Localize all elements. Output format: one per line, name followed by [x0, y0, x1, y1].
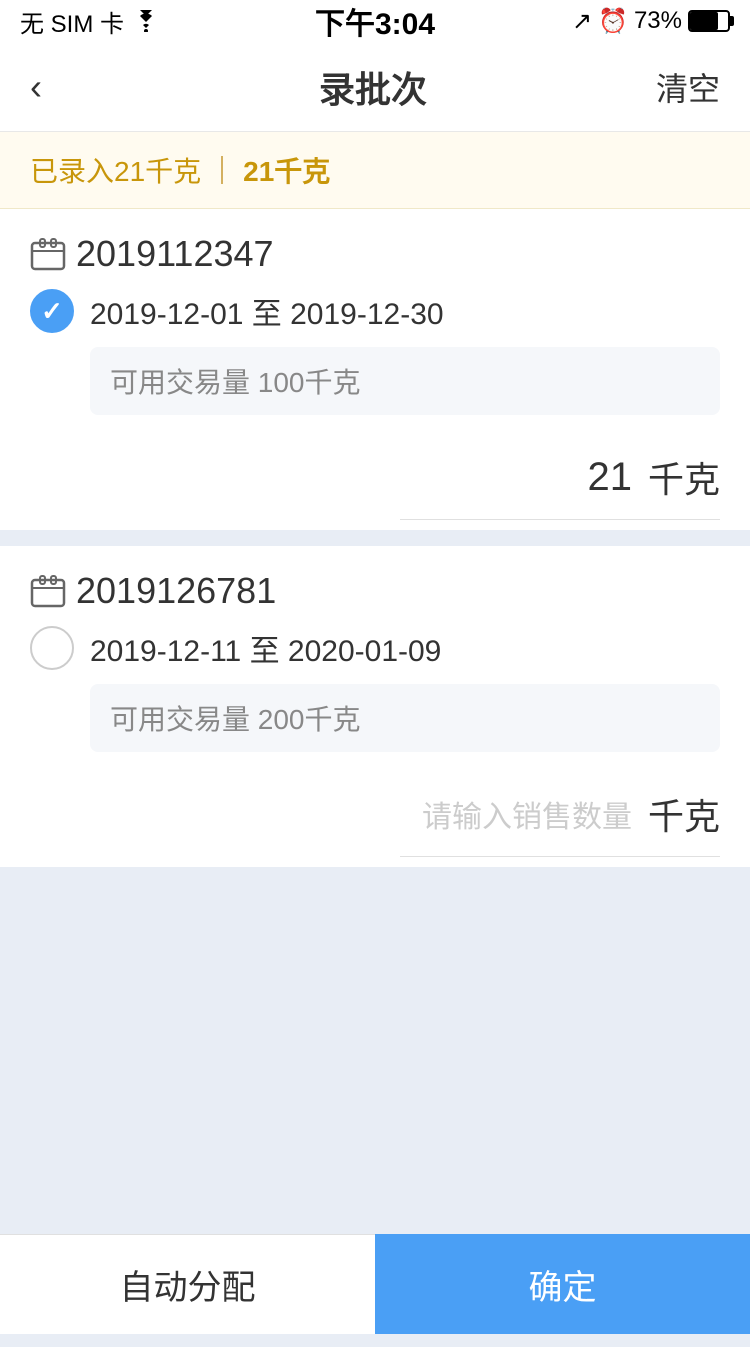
- batch1-divider: [400, 519, 720, 520]
- status-left: 无 SIM 卡: [20, 4, 160, 39]
- alarm-icon: ⏰: [598, 7, 628, 36]
- batch2-available: 可用交易量 200千克: [90, 684, 720, 752]
- location-icon: ↗: [572, 7, 592, 36]
- page-title: 录批次: [319, 61, 427, 113]
- batch2-date: 2019-12-11 至 2020-01-09: [90, 626, 441, 670]
- batch1-available: 可用交易量 100千克: [90, 347, 720, 415]
- section-divider: [0, 530, 750, 546]
- confirm-button[interactable]: 确定: [375, 1234, 750, 1334]
- batch2-id: 2019126781: [76, 570, 276, 612]
- wifi-icon: [132, 10, 160, 32]
- batch2-header: 2019126781: [30, 570, 720, 612]
- summary-value: 21千克: [243, 150, 330, 190]
- batch1-date-row[interactable]: ✓ 2019-12-01 至 2019-12-30: [30, 289, 720, 333]
- batch1-qty[interactable]: 21: [472, 455, 632, 500]
- clear-button[interactable]: 清空: [656, 64, 720, 110]
- batch1-input-row: 21 千克: [0, 451, 750, 519]
- batch1-radio[interactable]: ✓: [30, 289, 74, 333]
- status-right: ↗ ⏰ 73%: [572, 7, 730, 36]
- batch-item-2: 2019126781 2019-12-11 至 2020-01-09 可用交易量…: [0, 546, 750, 867]
- nav-bar: ‹ 录批次 清空: [0, 42, 750, 132]
- batch2-radio[interactable]: [30, 626, 74, 670]
- batch2-available-text: 可用交易量 200千克: [110, 704, 361, 735]
- back-button[interactable]: ‹: [30, 66, 90, 108]
- batch1-unit: 千克: [648, 451, 720, 503]
- batch-item-1: 2019112347 ✓ 2019-12-01 至 2019-12-30 可用交…: [0, 209, 750, 530]
- batch2-input-row: 请输入销售数量 千克: [0, 788, 750, 856]
- sim-label: 无 SIM 卡: [20, 4, 124, 39]
- batch2-divider: [400, 856, 720, 857]
- batch1-icon: [30, 237, 66, 271]
- batch2-date-row[interactable]: 2019-12-11 至 2020-01-09: [30, 626, 720, 670]
- auto-distribute-button[interactable]: 自动分配: [0, 1234, 375, 1334]
- summary-bar: 已录入21千克 21千克: [0, 132, 750, 209]
- batch1-header: 2019112347: [30, 233, 720, 275]
- battery-percent: 73%: [634, 7, 682, 35]
- battery-icon: [688, 10, 730, 32]
- batch2-icon: [30, 574, 66, 608]
- batch1-date: 2019-12-01 至 2019-12-30: [90, 289, 444, 333]
- check-icon: ✓: [41, 296, 63, 327]
- batch2-unit: 千克: [648, 788, 720, 840]
- status-time: 下午3:04: [315, 0, 435, 43]
- summary-label: 已录入21千克: [30, 150, 201, 190]
- batch2-input-placeholder[interactable]: 请输入销售数量: [422, 792, 632, 836]
- status-bar: 无 SIM 卡 下午3:04 ↗ ⏰ 73%: [0, 0, 750, 42]
- batch1-id: 2019112347: [76, 233, 274, 275]
- batch1-available-text: 可用交易量 100千克: [110, 367, 361, 398]
- summary-divider: [221, 156, 223, 184]
- bottom-action-bar: 自动分配 确定: [0, 1234, 750, 1334]
